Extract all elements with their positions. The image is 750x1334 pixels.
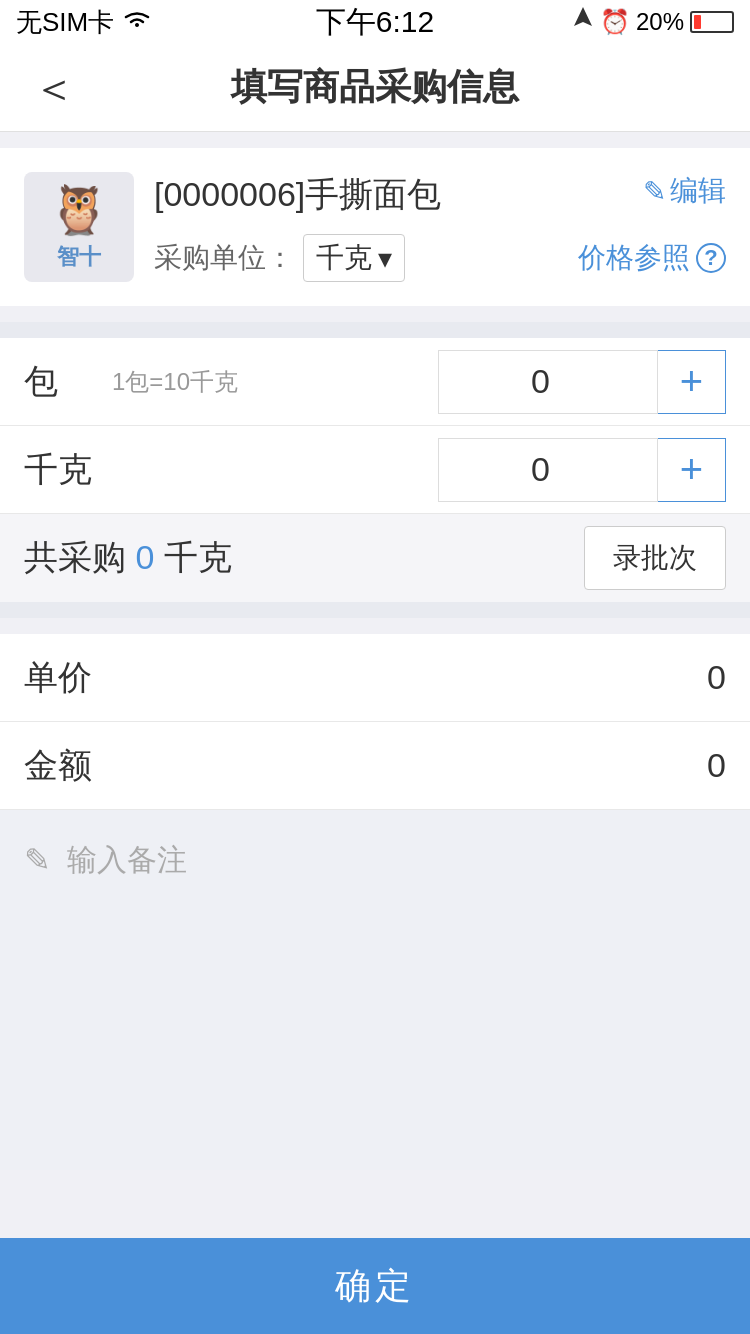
record-btn[interactable]: 录批次 <box>584 526 726 590</box>
nav-bar: ＜ 填写商品采购信息 <box>0 44 750 132</box>
qianke-input-control: + <box>438 438 726 502</box>
confirm-button[interactable]: 确定 <box>0 1238 750 1334</box>
back-button[interactable]: ＜ <box>24 58 84 118</box>
qianke-label: 千克 <box>24 447 104 493</box>
edit-button[interactable]: ✎ 编辑 <box>643 172 726 210</box>
dropdown-arrow-icon: ▾ <box>378 242 392 275</box>
bao-input[interactable] <box>438 350 658 414</box>
price-ref-label: 价格参照 <box>578 239 690 277</box>
total-amount: 0 <box>135 538 154 576</box>
help-icon: ? <box>696 243 726 273</box>
top-spacer <box>0 132 750 148</box>
page-title: 填写商品采购信息 <box>231 63 519 112</box>
unit-selector: 采购单位： 千克 ▾ <box>154 234 405 282</box>
product-thumb-label: 智十 <box>57 242 101 272</box>
status-left: 无SIM卡 <box>16 5 152 40</box>
qianke-input-row: 千克 + <box>0 426 750 514</box>
amount-value: 0 <box>707 746 726 785</box>
product-header: [0000006]手撕面包 ✎ 编辑 <box>154 172 726 218</box>
unit-price-value: 0 <box>707 658 726 697</box>
total-unit: 千克 <box>164 538 232 576</box>
total-text: 共采购 0 千克 <box>24 535 232 581</box>
edit-icon: ✎ <box>643 175 666 208</box>
main-content: ＜ 填写商品采购信息 🦉 智十 [0000006]手撕面包 ✎ 编辑 采购单位：… <box>0 44 750 1266</box>
battery-icon <box>690 11 734 33</box>
product-info: [0000006]手撕面包 ✎ 编辑 采购单位： 千克 ▾ 价格参照 ? <box>154 172 726 282</box>
battery-percent: 20% <box>636 8 684 36</box>
edit-label: 编辑 <box>670 172 726 210</box>
wifi-icon <box>122 7 152 38</box>
unit-prefix: 采购单位： <box>154 242 294 273</box>
qianke-plus-button[interactable]: + <box>658 438 726 502</box>
summary-section: 单价 0 金额 0 <box>0 634 750 810</box>
total-prefix: 共采购 <box>24 538 126 576</box>
notes-section[interactable]: ✎ 输入备注 <box>0 810 750 910</box>
unit-value: 千克 <box>316 239 372 277</box>
product-thumbnail: 🦉 智十 <box>24 172 134 282</box>
section-divider-1 <box>0 322 750 338</box>
location-icon <box>572 6 594 38</box>
notes-placeholder: 输入备注 <box>67 840 187 881</box>
input-section: 包 1包=10千克 + 千克 + 共采购 0 千克 录批次 <box>0 338 750 602</box>
total-row: 共采购 0 千克 录批次 <box>0 514 750 602</box>
section-divider-2 <box>0 602 750 618</box>
bao-input-control: + <box>438 350 726 414</box>
unit-price-row: 单价 0 <box>0 634 750 722</box>
product-owl-icon: 🦉 <box>49 182 109 238</box>
product-card: 🦉 智十 [0000006]手撕面包 ✎ 编辑 采购单位： 千克 ▾ <box>0 148 750 306</box>
qianke-input[interactable] <box>438 438 658 502</box>
status-bar: 无SIM卡 下午6:12 ⏰ 20% <box>0 0 750 44</box>
empty-area <box>0 910 750 1170</box>
status-time: 下午6:12 <box>316 2 434 43</box>
unit-select-btn[interactable]: 千克 ▾ <box>303 234 405 282</box>
price-ref-btn[interactable]: 价格参照 ? <box>578 239 726 277</box>
bao-plus-button[interactable]: + <box>658 350 726 414</box>
unit-price-label: 单价 <box>24 655 92 701</box>
amount-row: 金额 0 <box>0 722 750 810</box>
status-right: ⏰ 20% <box>572 6 734 38</box>
product-unit-row: 采购单位： 千克 ▾ 价格参照 ? <box>154 234 726 282</box>
bao-input-row: 包 1包=10千克 + <box>0 338 750 426</box>
bao-sublabel: 1包=10千克 <box>112 366 438 398</box>
bao-label: 包 <box>24 359 104 405</box>
amount-label: 金额 <box>24 743 92 789</box>
carrier-label: 无SIM卡 <box>16 5 114 40</box>
alarm-icon: ⏰ <box>600 8 630 36</box>
product-name: [0000006]手撕面包 <box>154 172 441 218</box>
pencil-icon: ✎ <box>24 841 51 879</box>
